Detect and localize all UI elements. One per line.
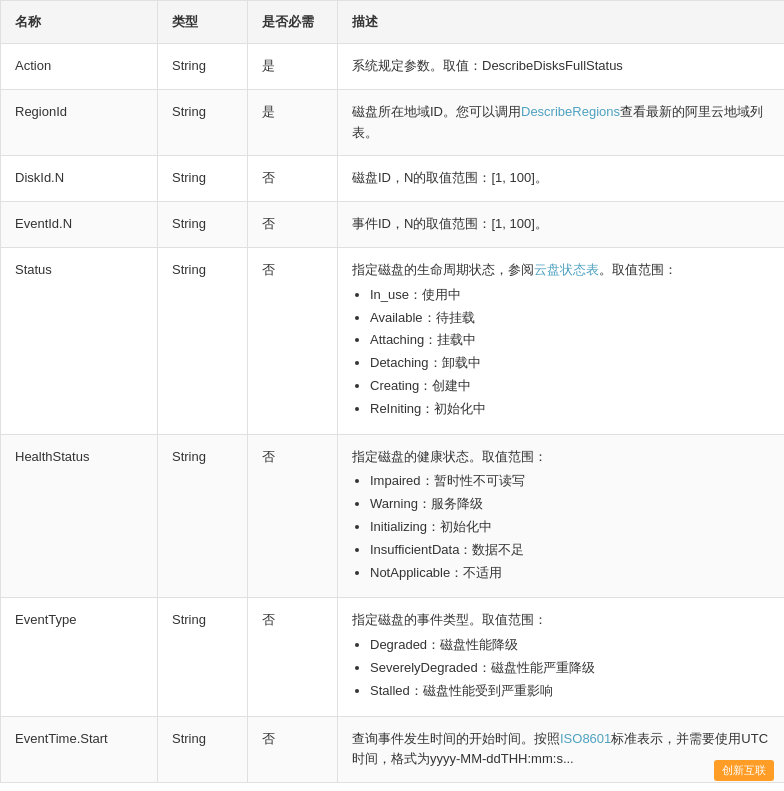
cell-required: 否 — [248, 156, 338, 202]
list-item: Initializing：初始化中 — [370, 517, 770, 538]
table-row: RegionIdString是磁盘所在地域ID。您可以调用DescribeReg… — [1, 89, 785, 156]
desc-link[interactable]: DescribeRegions — [521, 104, 620, 119]
api-params-table: 名称 类型 是否必需 描述 ActionString是系统规定参数。取值：Des… — [0, 0, 784, 783]
cell-desc: 指定磁盘的事件类型。取值范围： Degraded：磁盘性能降级SeverelyDe… — [338, 598, 785, 716]
cell-name: EventId.N — [1, 202, 158, 248]
header-required: 是否必需 — [248, 1, 338, 44]
table-row: StatusString否指定磁盘的生命周期状态，参阅云盘状态表。取值范围： In… — [1, 247, 785, 434]
list-item: ReIniting：初始化中 — [370, 399, 770, 420]
cell-name: RegionId — [1, 89, 158, 156]
cell-name: EventType — [1, 598, 158, 716]
cell-type: String — [158, 716, 248, 783]
desc-text: 磁盘ID，N的取值范围：[1, 100]。 — [352, 168, 770, 189]
list-item: InsufficientData：数据不足 — [370, 540, 770, 561]
cell-desc: 指定磁盘的生命周期状态，参阅云盘状态表。取值范围： In_use：使用中Avail… — [338, 247, 785, 434]
header-desc: 描述 — [338, 1, 785, 44]
desc-text: 事件ID，N的取值范围：[1, 100]。 — [352, 214, 770, 235]
list-item: Impaired：暂时性不可读写 — [370, 471, 770, 492]
cell-type: String — [158, 202, 248, 248]
cell-name: DiskId.N — [1, 156, 158, 202]
cell-name: EventTime.Start — [1, 716, 158, 783]
cell-name: Status — [1, 247, 158, 434]
list-item: Creating：创建中 — [370, 376, 770, 397]
table-row: HealthStatusString否指定磁盘的健康状态。取值范围： Impair… — [1, 434, 785, 598]
desc-list: Impaired：暂时性不可读写Warning：服务降级Initializing… — [352, 471, 770, 583]
cell-desc: 指定磁盘的健康状态。取值范围： Impaired：暂时性不可读写Warning：服… — [338, 434, 785, 598]
list-item: Stalled：磁盘性能受到严重影响 — [370, 681, 770, 702]
header-type: 类型 — [158, 1, 248, 44]
watermark-badge: 创新互联 — [714, 760, 774, 781]
cell-required: 否 — [248, 434, 338, 598]
cell-type: String — [158, 247, 248, 434]
cell-desc: 磁盘所在地域ID。您可以调用DescribeRegions查看最新的阿里云地域列… — [338, 89, 785, 156]
desc-text: 系统规定参数。取值：DescribeDisksFullStatus — [352, 56, 770, 77]
cell-required: 否 — [248, 598, 338, 716]
cell-type: String — [158, 598, 248, 716]
list-item: NotApplicable：不适用 — [370, 563, 770, 584]
desc-list: Degraded：磁盘性能降级SeverelyDegraded：磁盘性能严重降级… — [352, 635, 770, 701]
table-row: EventTime.StartString否查询事件发生时间的开始时间。按照IS… — [1, 716, 785, 783]
list-item: Detaching：卸载中 — [370, 353, 770, 374]
table-row: EventId.NString否事件ID，N的取值范围：[1, 100]。 — [1, 202, 785, 248]
desc-text: 指定磁盘的生命周期状态，参阅云盘状态表。取值范围： — [352, 260, 770, 281]
cell-type: String — [158, 89, 248, 156]
table-row: EventTypeString否指定磁盘的事件类型。取值范围： Degraded：… — [1, 598, 785, 716]
cell-required: 否 — [248, 716, 338, 783]
list-item: Degraded：磁盘性能降级 — [370, 635, 770, 656]
desc-link[interactable]: ISO8601 — [560, 731, 611, 746]
cell-required: 是 — [248, 89, 338, 156]
desc-text: 磁盘所在地域ID。您可以调用DescribeRegions查看最新的阿里云地域列… — [352, 102, 770, 144]
table-row: DiskId.NString否磁盘ID，N的取值范围：[1, 100]。 — [1, 156, 785, 202]
cell-desc: 磁盘ID，N的取值范围：[1, 100]。 — [338, 156, 785, 202]
list-item: Warning：服务降级 — [370, 494, 770, 515]
list-item: Available：待挂载 — [370, 308, 770, 329]
desc-text: 查询事件发生时间的开始时间。按照ISO8601标准表示，并需要使用UTC时间，格… — [352, 729, 770, 771]
list-item: SeverelyDegraded：磁盘性能严重降级 — [370, 658, 770, 679]
cell-type: String — [158, 44, 248, 90]
list-item: Attaching：挂载中 — [370, 330, 770, 351]
table-row: ActionString是系统规定参数。取值：DescribeDisksFull… — [1, 44, 785, 90]
cell-desc: 系统规定参数。取值：DescribeDisksFullStatus — [338, 44, 785, 90]
desc-text: 指定磁盘的事件类型。取值范围： — [352, 610, 770, 631]
cell-required: 否 — [248, 202, 338, 248]
cell-desc: 事件ID，N的取值范围：[1, 100]。 — [338, 202, 785, 248]
cell-required: 否 — [248, 247, 338, 434]
cell-name: Action — [1, 44, 158, 90]
desc-list: In_use：使用中Available：待挂载Attaching：挂载中Deta… — [352, 285, 770, 420]
cell-type: String — [158, 434, 248, 598]
list-item: In_use：使用中 — [370, 285, 770, 306]
desc-text: 指定磁盘的健康状态。取值范围： — [352, 447, 770, 468]
desc-link[interactable]: 云盘状态表 — [534, 262, 599, 277]
cell-required: 是 — [248, 44, 338, 90]
header-name: 名称 — [1, 1, 158, 44]
cell-name: HealthStatus — [1, 434, 158, 598]
cell-type: String — [158, 156, 248, 202]
